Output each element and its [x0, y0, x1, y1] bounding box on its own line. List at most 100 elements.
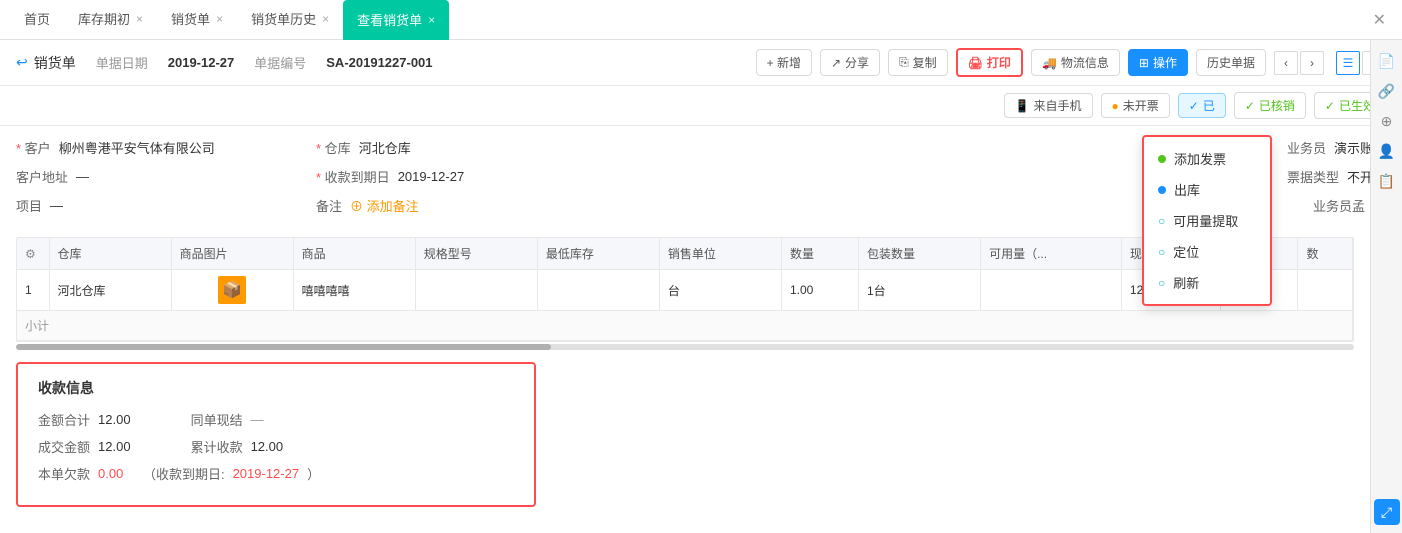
confirm-icon: ✓	[1189, 99, 1199, 113]
sidebar-list-icon[interactable]: 📋	[1374, 168, 1400, 194]
document-header: ↩ 销货单 单据日期 2019-12-27 单据编号 SA-20191227-0…	[0, 40, 1402, 86]
share-icon: ↗	[831, 56, 841, 70]
image-col: 商品图片	[171, 238, 293, 270]
row-pack-qty: 1台	[858, 270, 980, 311]
payment-info-section: 收款信息 金额合计 12.00 同单现结 — 成交金额 12.00 累计收款	[16, 362, 536, 507]
payment-date-value: 2019-12-27	[398, 169, 465, 184]
refresh-item[interactable]: ○ 刷新	[1144, 267, 1270, 298]
payment-info-title: 收款信息	[38, 378, 514, 398]
tab-inventory-init[interactable]: 库存期初 ×	[64, 0, 157, 40]
tab-close-view[interactable]: ×	[428, 13, 435, 27]
doc-actions: + 新增 ↗ 分享 ⎘ 复制 🖨 打印 🚚 物流信息	[756, 48, 1386, 77]
print-icon: 🖨	[968, 56, 983, 70]
date-label: 单据日期	[96, 53, 148, 72]
tab-close-inventory[interactable]: ×	[136, 12, 143, 26]
history-button[interactable]: 历史单据	[1196, 49, 1266, 76]
add-note-button[interactable]: ⊕ 添加备注	[350, 196, 419, 215]
pack-qty-col: 包装数量	[858, 238, 980, 270]
warehouse-col: 仓库	[49, 238, 171, 270]
customer-label: 客户	[16, 138, 51, 157]
tab-sales-order[interactable]: 销货单 ×	[157, 0, 237, 40]
locate-icon: ○	[1158, 245, 1165, 259]
product-image: 📦	[218, 276, 246, 304]
cancelled-button[interactable]: ✓ 已核销	[1234, 92, 1306, 119]
warehouse-value: 河北仓库	[359, 138, 411, 157]
warehouse-label: 仓库	[316, 138, 351, 157]
tab-close-sales[interactable]: ×	[216, 12, 223, 26]
subtotal-label: 小计	[17, 311, 1353, 341]
settings-icon[interactable]: ⚙	[25, 247, 36, 261]
number-label: 单据编号	[254, 53, 306, 72]
prev-arrow[interactable]: ‹	[1274, 51, 1298, 75]
product-col: 商品	[293, 238, 415, 270]
print-button[interactable]: 🖨 打印	[956, 48, 1023, 77]
add-invoice-label: 添加发票	[1174, 149, 1226, 168]
copy-icon: ⎘	[899, 55, 909, 70]
add-invoice-item[interactable]: 添加发票	[1144, 143, 1270, 174]
project-label: 项目	[16, 196, 42, 215]
address-label: 客户地址	[16, 167, 68, 186]
locate-label: 定位	[1173, 242, 1199, 261]
logistics-button[interactable]: 🚚 物流信息	[1031, 49, 1120, 76]
nav-arrows: ‹ ›	[1274, 51, 1324, 75]
row-qty: 1.00	[781, 270, 858, 311]
close-all-tabs[interactable]: ✕	[1367, 10, 1392, 30]
address-value: —	[76, 169, 89, 184]
new-button[interactable]: + 新增	[756, 49, 812, 76]
row-spec	[415, 270, 537, 311]
row-index: 1	[17, 270, 49, 311]
payment-info-row-1: 金额合计 12.00 同单现结 —	[38, 410, 514, 429]
tab-bar: 首页 库存期初 × 销货单 × 销货单历史 × 查看销货单 × ✕	[0, 0, 1402, 40]
out-stock-dot	[1158, 186, 1166, 194]
date-value: 2019-12-27	[168, 55, 235, 70]
spec-col: 规格型号	[415, 238, 537, 270]
tab-home[interactable]: 首页	[10, 0, 64, 40]
next-arrow[interactable]: ›	[1300, 51, 1324, 75]
sidebar-link-icon[interactable]: 🔗	[1374, 78, 1400, 104]
operations-button[interactable]: ⊞ 操作	[1128, 49, 1188, 76]
sidebar-user-icon[interactable]: 👤	[1374, 138, 1400, 164]
copy-button[interactable]: ⎘ 复制	[888, 49, 948, 76]
doc-meta: 单据日期 2019-12-27 单据编号 SA-20191227-001	[96, 53, 433, 72]
out-stock-label: 出库	[1174, 180, 1200, 199]
due-amount: 本单欠款 0.00 （收款到期日: 2019-12-27 ）	[38, 464, 320, 483]
add-icon: ⊕	[350, 199, 363, 214]
locate-item[interactable]: ○ 定位	[1144, 236, 1270, 267]
row-unit: 台	[659, 270, 781, 311]
list-view-btn[interactable]: ☰	[1336, 51, 1360, 75]
tab-sales-history[interactable]: 销货单历史 ×	[237, 0, 343, 40]
row-product: 嘻嘻嘻嘻	[293, 270, 415, 311]
scroll-thumb	[16, 344, 551, 350]
payment-info-row-3: 本单欠款 0.00 （收款到期日: 2019-12-27 ）	[38, 464, 514, 483]
salesperson-label: 业务员孟	[1313, 196, 1365, 215]
not-open-ticket-button[interactable]: ● 未开票	[1101, 93, 1170, 118]
tab-view-sales[interactable]: 查看销货单 ×	[343, 0, 449, 40]
total-amount: 金额合计 12.00	[38, 410, 131, 429]
project-field: 项目 —	[16, 196, 216, 215]
same-order: 同单现结 —	[191, 410, 264, 429]
from-phone-button[interactable]: 📱 来自手机	[1004, 93, 1093, 118]
cancelled-icon: ✓	[1245, 99, 1255, 113]
second-action-row: 📱 来自手机 ● 未开票 ✓ 已 ✓ 已核销 ✓ 已生效	[0, 86, 1402, 126]
project-value: —	[50, 198, 63, 213]
tab-close-history[interactable]: ×	[322, 12, 329, 26]
share-button[interactable]: ↗ 分享	[820, 49, 880, 76]
confirm-button[interactable]: ✓ 已	[1178, 93, 1226, 118]
cumulative-payment: 累计收款 12.00	[191, 437, 284, 456]
effective-icon: ✓	[1325, 99, 1335, 113]
logistics-icon: 🚚	[1042, 56, 1057, 70]
out-stock-item[interactable]: 出库	[1144, 174, 1270, 205]
sidebar-add-icon[interactable]: ⊕	[1374, 108, 1400, 134]
payment-date-field: 收款到期日 2019-12-27	[316, 167, 516, 186]
payment-info-row-2: 成交金额 12.00 累计收款 12.00	[38, 437, 514, 456]
staff-label: 业务员	[1287, 138, 1326, 157]
sidebar-doc-icon[interactable]: 📄	[1374, 48, 1400, 74]
amount-col: 数	[1298, 238, 1353, 270]
note-field: 备注 ⊕ 添加备注	[316, 196, 516, 215]
sidebar-expand-icon[interactable]: ⤢	[1374, 499, 1400, 525]
horizontal-scrollbar[interactable]	[16, 344, 1354, 350]
available-col: 可用量（...	[981, 238, 1122, 270]
note-label: 备注	[316, 196, 342, 215]
min-stock-col: 最低库存	[537, 238, 659, 270]
take-qty-item[interactable]: ○ 可用量提取	[1144, 205, 1270, 236]
